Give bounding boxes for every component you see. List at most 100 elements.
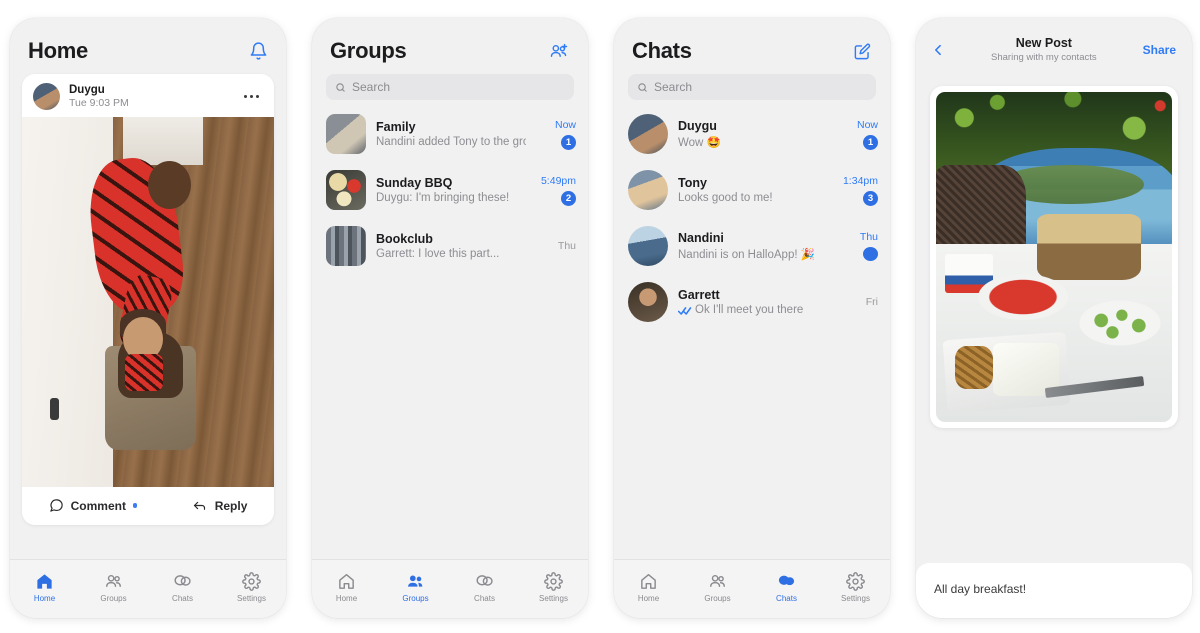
timestamp: 5:49pm	[540, 174, 576, 187]
unread-comment-dot	[132, 503, 138, 508]
caption-text: All day breakfast!	[934, 582, 1027, 596]
tab-label: Groups	[402, 593, 429, 603]
phone-home: Home Duygu Tue 9:03 PM Comment Reply Hom…	[10, 18, 286, 618]
tab-chats[interactable]: Chats	[155, 572, 211, 603]
groups-header: Groups	[312, 18, 588, 70]
unread-badge: 1	[561, 134, 576, 150]
page-title: New Post	[1015, 36, 1072, 50]
avatar	[628, 170, 668, 210]
timestamp: Fri	[865, 296, 878, 308]
avatar[interactable]	[33, 83, 60, 110]
unread-badge: 2	[561, 190, 576, 206]
list-item[interactable]: Sunday BBQ Duygu: I'm bringing these! 5:…	[312, 162, 588, 218]
phone-new-post: New Post Sharing with my contacts Share	[916, 18, 1192, 618]
list-item[interactable]: Nandini Nandini is on HalloApp! 🎉 Thu	[614, 218, 890, 274]
search-input[interactable]: Search	[326, 74, 574, 100]
more-options-icon[interactable]	[240, 91, 264, 103]
search-placeholder: Search	[352, 80, 391, 94]
comment-button[interactable]: Comment	[49, 498, 138, 513]
chats-header: Chats	[614, 18, 890, 70]
post-author-name: Duygu	[69, 84, 105, 96]
list-item[interactable]: Tony Looks good to me! 1:34pm 3	[614, 162, 890, 218]
new-post-photo[interactable]	[936, 92, 1172, 422]
search-input[interactable]: Search	[628, 74, 876, 100]
timestamp: Thu	[859, 231, 878, 243]
chats-list: Duygu Wow 🤩 Now 1 Tony Looks good to me!…	[614, 106, 890, 559]
post-timestamp: Tue 9:03 PM	[69, 97, 129, 109]
avatar	[326, 226, 366, 266]
tab-home[interactable]: Home	[319, 572, 375, 603]
chat-preview-row: Ok I'll meet you there	[678, 304, 828, 316]
timestamp: Now	[856, 118, 878, 131]
phone-groups: Groups Search Family Nandini added Tony …	[312, 18, 588, 618]
search-icon	[638, 82, 647, 92]
reply-label: Reply	[214, 498, 248, 513]
tab-settings[interactable]: Settings	[526, 571, 582, 603]
tab-home[interactable]: Home	[17, 572, 73, 603]
share-button[interactable]: Share	[1143, 43, 1176, 57]
post-header: Duygu Tue 9:03 PM	[22, 74, 274, 117]
settings-gear-icon	[544, 571, 563, 591]
tab-label: Chats	[474, 593, 495, 603]
page-title: Groups	[330, 38, 407, 63]
bottom-tab-bar: Home Groups Chats Settings	[312, 559, 588, 618]
post-photo[interactable]	[22, 117, 274, 487]
settings-gear-icon	[846, 571, 865, 591]
tab-label: Groups	[704, 593, 731, 603]
chat-preview: Ok I'll meet you there	[695, 304, 804, 316]
tab-label: Settings	[841, 593, 870, 603]
list-item[interactable]: Garrett Ok I'll meet you there Fri	[614, 274, 890, 330]
timestamp: 1:34pm	[842, 174, 878, 187]
chat-name: Tony	[678, 176, 707, 190]
bell-icon[interactable]	[249, 41, 268, 61]
tab-groups[interactable]: Groups	[690, 572, 746, 603]
tab-chats[interactable]: Chats	[457, 572, 513, 603]
chat-preview: Looks good to me!	[678, 192, 773, 204]
group-preview: Nandini added Tony to the group	[376, 136, 526, 148]
home-icon	[641, 573, 656, 589]
bottom-tab-bar: Home Groups Chats Settings	[614, 559, 890, 618]
chat-preview: Wow 🤩	[678, 137, 721, 149]
tab-label: Home	[335, 593, 358, 603]
chats-icon	[174, 574, 191, 586]
post-card: Duygu Tue 9:03 PM Comment Reply	[22, 74, 274, 525]
avatar	[326, 114, 366, 154]
list-item[interactable]: Bookclub Garrett: I love this part... Th…	[312, 218, 588, 274]
tab-label: Settings	[539, 593, 568, 603]
unread-badge: 1	[863, 134, 878, 150]
home-icon	[37, 573, 52, 589]
avatar	[628, 282, 668, 322]
tab-groups[interactable]: Groups	[86, 572, 142, 603]
caption-area[interactable]: All day breakfast!	[916, 563, 1192, 618]
avatar	[628, 114, 668, 154]
tab-settings[interactable]: Settings	[828, 571, 884, 603]
reply-button[interactable]: Reply	[191, 498, 248, 513]
page-title: Home	[28, 38, 88, 63]
new-post-photo-card	[930, 86, 1178, 428]
tab-settings[interactable]: Settings	[224, 571, 280, 603]
chats-icon	[778, 575, 795, 585]
chats-icon	[476, 574, 493, 586]
add-group-icon[interactable]	[548, 42, 570, 61]
back-chevron-icon[interactable]	[932, 40, 945, 60]
post-actions: Comment Reply	[22, 487, 274, 525]
groups-icon	[106, 574, 121, 587]
group-name: Sunday BBQ	[376, 176, 453, 190]
chat-preview: Nandini is on HalloApp! 🎉	[678, 249, 816, 261]
home-icon	[339, 573, 354, 589]
list-item[interactable]: Duygu Wow 🤩 Now 1	[614, 106, 890, 162]
group-name: Family	[376, 120, 416, 134]
chat-name: Nandini	[678, 231, 724, 245]
tab-label: Chats	[172, 593, 193, 603]
tab-chats[interactable]: Chats	[759, 572, 815, 603]
compose-icon[interactable]	[853, 42, 872, 61]
tab-groups[interactable]: Groups	[388, 572, 444, 603]
page-title: Chats	[632, 38, 692, 63]
tab-home[interactable]: Home	[621, 572, 677, 603]
new-post-title-block: New Post Sharing with my contacts	[945, 36, 1143, 63]
groups-icon	[710, 574, 725, 587]
chat-name: Garrett	[678, 288, 720, 302]
settings-gear-icon	[242, 571, 261, 591]
list-item[interactable]: Family Nandini added Tony to the group N…	[312, 106, 588, 162]
group-preview: Duygu: I'm bringing these!	[376, 192, 510, 204]
